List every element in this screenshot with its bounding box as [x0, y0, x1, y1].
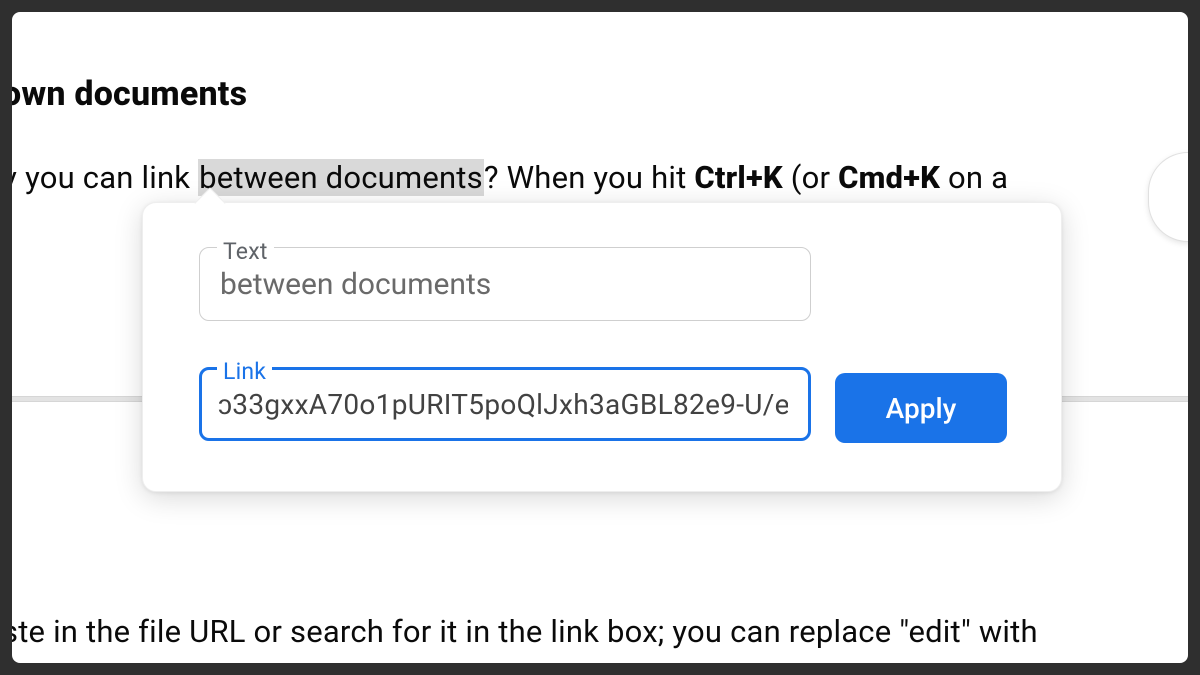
text-fragment: ? When you hit — [484, 159, 695, 196]
text-fragment: v you can link — [12, 159, 198, 196]
link-text-input[interactable] — [199, 247, 811, 321]
paragraph-line-2: ste in the file URL or search for it in … — [12, 608, 1038, 656]
apply-button[interactable]: Apply — [835, 373, 1007, 443]
link-url-input[interactable] — [199, 367, 811, 441]
section-heading: own documents — [12, 68, 247, 121]
selected-text[interactable]: between documents — [198, 159, 484, 196]
paragraph-line-1: v you can link between documents? When y… — [12, 154, 1008, 202]
text-fragment: on a — [940, 159, 1008, 196]
screenshot-frame: own documents v you can link between doc… — [12, 12, 1188, 663]
document-body: own documents v you can link between doc… — [12, 12, 1188, 663]
text-fragment: (or — [783, 159, 838, 196]
floating-control-partial[interactable] — [1148, 152, 1188, 242]
link-text-field: Text — [199, 247, 811, 321]
link-url-field: Link — [199, 367, 811, 441]
link-text-label: Text — [217, 234, 274, 270]
link-url-label: Link — [217, 354, 272, 390]
insert-link-popover: Text Link Apply — [142, 202, 1062, 492]
keyboard-shortcut: Ctrl+K — [694, 159, 783, 196]
paragraph-line-3: the end of any Docs URL to link to a cle… — [12, 655, 927, 663]
keyboard-shortcut: Cmd+K — [838, 159, 940, 196]
